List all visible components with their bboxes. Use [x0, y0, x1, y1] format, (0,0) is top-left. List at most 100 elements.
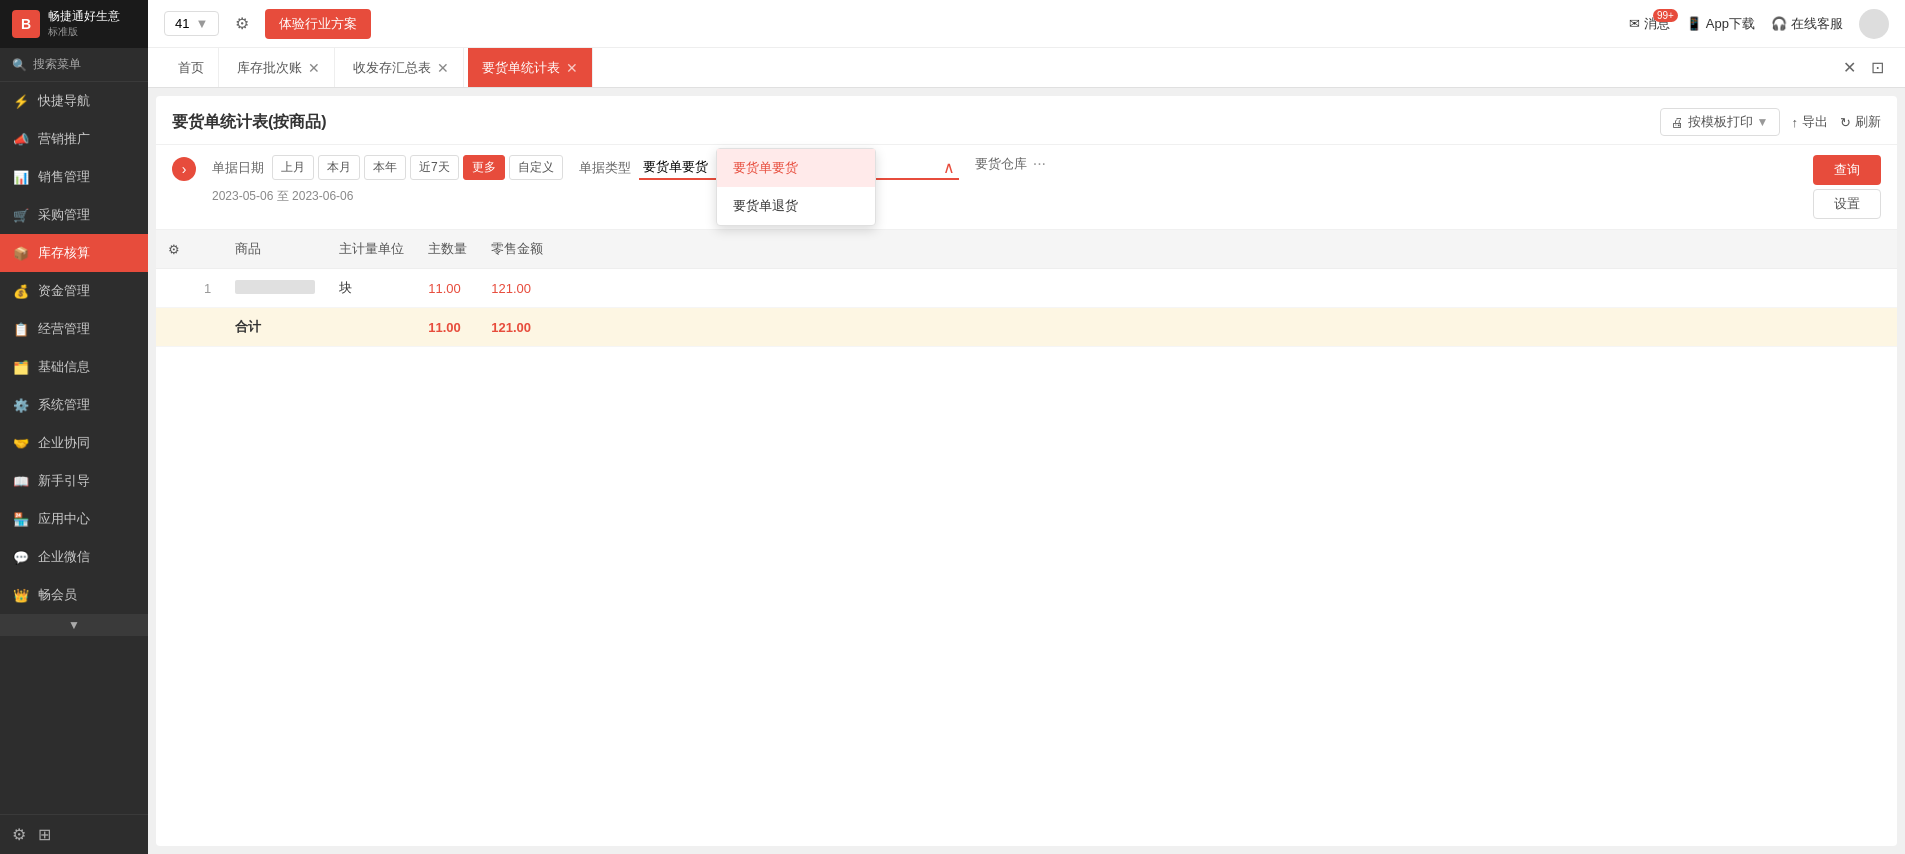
date-7days[interactable]: 近7天 [410, 155, 459, 180]
col-product: 商品 [223, 230, 327, 269]
sidebar-item-operations[interactable]: 📋 经营管理 [0, 310, 148, 348]
date-this-year[interactable]: 本年 [364, 155, 406, 180]
data-table: ⚙ 商品 主计量单位 主数量 零售金额 1 [156, 230, 1897, 347]
sidebar-item-inventory[interactable]: 📦 库存核算 [0, 234, 148, 272]
sidebar-item-label: 系统管理 [38, 396, 90, 414]
app-download-button[interactable]: 📱 App下载 [1686, 15, 1755, 33]
cell-product [223, 269, 327, 308]
type-dropdown-chevron[interactable]: ∧ [943, 158, 955, 177]
warehouse-more-icon[interactable]: ··· [1033, 155, 1046, 173]
export-button[interactable]: ↑ 导出 [1792, 113, 1829, 131]
tab-receive-summary-close[interactable]: ✕ [437, 60, 449, 76]
sidebar-item-appstore[interactable]: 🏪 应用中心 [0, 500, 148, 538]
sidebar-item-label: 快捷导航 [38, 92, 90, 110]
tab-requisition-stat[interactable]: 要货单统计表 ✕ [468, 48, 593, 87]
trial-button[interactable]: 体验行业方案 [265, 9, 371, 39]
page-header: 要货单统计表(按商品) 🖨 按模板打印 ▼ ↑ 导出 ↻ 刷新 [156, 96, 1897, 145]
col-quantity: 主数量 [416, 230, 479, 269]
filter-expand-toggle[interactable]: › [172, 157, 196, 181]
dropdown-item-requisition-return[interactable]: 要货单退货 [717, 187, 875, 225]
tab-home[interactable]: 首页 [164, 48, 219, 87]
message-icon: ✉ [1629, 16, 1640, 31]
tab-expand[interactable]: ⊡ [1865, 56, 1889, 80]
topbar-left: 41 ▼ ⚙ 体验行业方案 [164, 9, 371, 39]
date-filter-group: 单据日期 上月 本月 本年 近7天 更多 自定义 2023-05-06 至 20… [212, 155, 563, 205]
date-this-month[interactable]: 本月 [318, 155, 360, 180]
tab-inventory-batch[interactable]: 库存批次账 ✕ [223, 48, 335, 87]
filter-bar: › 单据日期 上月 本月 本年 近7天 更多 自定义 2023-05-06 至 … [156, 145, 1897, 230]
tabs-bar: 首页 库存批次账 ✕ 收发存汇总表 ✕ 要货单统计表 ✕ ✕ ⊡ [148, 48, 1905, 88]
online-service-button[interactable]: 🎧 在线客服 [1771, 15, 1843, 33]
sidebar-item-quick-nav[interactable]: ⚡ 快捷导航 [0, 82, 148, 120]
tabs-controls: ✕ ⊡ [1837, 56, 1889, 80]
tab-requisition-stat-label: 要货单统计表 [482, 59, 560, 77]
tab-close-all[interactable]: ✕ [1837, 56, 1861, 80]
tab-requisition-stat-close[interactable]: ✕ [566, 60, 578, 76]
date-range-display: 2023-05-06 至 2023-06-06 [212, 188, 563, 205]
appstore-icon: 🏪 [12, 510, 30, 528]
print-button[interactable]: 🖨 按模板打印 ▼ [1660, 108, 1780, 136]
guide-icon: 📖 [12, 472, 30, 490]
sidebar: B 畅捷通好生意 标准版 🔍 搜索菜单 ⚡ 快捷导航 📣 营销推广 📊 销售管理… [0, 0, 148, 854]
settings-footer-icon[interactable]: ⚙ [12, 825, 26, 844]
sidebar-item-label: 库存核算 [38, 244, 90, 262]
query-button[interactable]: 查询 [1813, 155, 1881, 185]
sidebar-item-label: 基础信息 [38, 358, 90, 376]
table-total-row: 合计 11.00 121.00 [156, 308, 1897, 347]
cell-num: 1 [192, 269, 223, 308]
topbar: 41 ▼ ⚙ 体验行业方案 ✉ 消息 99+ 📱 App下载 🎧 在线客服 [148, 0, 1905, 48]
sidebar-item-basic[interactable]: 🗂️ 基础信息 [0, 348, 148, 386]
store-selector[interactable]: 41 ▼ [164, 11, 219, 36]
vip-icon: 👑 [12, 586, 30, 604]
cell-amount: 121.00 [479, 269, 555, 308]
sidebar-logo: B 畅捷通好生意 标准版 [0, 0, 148, 48]
product-placeholder [235, 280, 315, 294]
col-settings[interactable]: ⚙ [156, 230, 192, 269]
sidebar-item-guide[interactable]: 📖 新手引导 [0, 462, 148, 500]
date-more[interactable]: 更多 [463, 155, 505, 180]
search-icon: 🔍 [12, 58, 27, 72]
basic-icon: 🗂️ [12, 358, 30, 376]
tab-inventory-batch-label: 库存批次账 [237, 59, 302, 77]
sidebar-item-label: 营销推广 [38, 130, 90, 148]
sidebar-item-system[interactable]: ⚙️ 系统管理 [0, 386, 148, 424]
dropdown-item-requisition-order[interactable]: 要货单要货 [717, 149, 875, 187]
sidebar-item-finance[interactable]: 💰 资金管理 [0, 272, 148, 310]
filter-actions: 查询 设置 [1813, 155, 1881, 219]
page-title: 要货单统计表(按商品) [172, 112, 327, 133]
date-prev-month[interactable]: 上月 [272, 155, 314, 180]
sidebar-item-label: 应用中心 [38, 510, 90, 528]
sidebar-item-marketing[interactable]: 📣 营销推广 [0, 120, 148, 158]
col-amount: 零售金额 [479, 230, 555, 269]
logo-sub: 标准版 [48, 25, 120, 39]
cell-settings [156, 269, 192, 308]
messages-button[interactable]: ✉ 消息 99+ [1629, 15, 1670, 33]
user-avatar[interactable] [1859, 9, 1889, 39]
sidebar-item-enterprise[interactable]: 🤝 企业协同 [0, 424, 148, 462]
date-label: 单据日期 [212, 159, 264, 177]
sales-icon: 📊 [12, 168, 30, 186]
table-wrap: ⚙ 商品 主计量单位 主数量 零售金额 1 [156, 230, 1897, 347]
date-custom[interactable]: 自定义 [509, 155, 563, 180]
tab-receive-summary[interactable]: 收发存汇总表 ✕ [339, 48, 464, 87]
sidebar-item-purchase[interactable]: 🛒 采购管理 [0, 196, 148, 234]
refresh-button[interactable]: ↻ 刷新 [1840, 113, 1881, 131]
table-row: 1 块 11.00 121.00 [156, 269, 1897, 308]
sidebar-item-vip[interactable]: 👑 畅会员 [0, 576, 148, 614]
sidebar-search[interactable]: 🔍 搜索菜单 [0, 48, 148, 82]
sidebar-item-wechat[interactable]: 💬 企业微信 [0, 538, 148, 576]
cell-unit: 块 [327, 269, 416, 308]
topbar-settings-button[interactable]: ⚙ [231, 13, 253, 35]
page-content: 要货单统计表(按商品) 🖨 按模板打印 ▼ ↑ 导出 ↻ 刷新 [156, 96, 1897, 846]
purchase-icon: 🛒 [12, 206, 30, 224]
sidebar-scroll-down[interactable]: ▼ [0, 614, 148, 636]
inventory-icon: 📦 [12, 244, 30, 262]
filter-settings-button[interactable]: 设置 [1813, 189, 1881, 219]
sidebar-item-sales[interactable]: 📊 销售管理 [0, 158, 148, 196]
total-amount: 121.00 [479, 308, 555, 347]
fold-icon[interactable]: ⊞ [38, 825, 51, 844]
sidebar-item-label: 企业协同 [38, 434, 90, 452]
col-num [192, 230, 223, 269]
tab-inventory-batch-close[interactable]: ✕ [308, 60, 320, 76]
sidebar-item-label: 资金管理 [38, 282, 90, 300]
